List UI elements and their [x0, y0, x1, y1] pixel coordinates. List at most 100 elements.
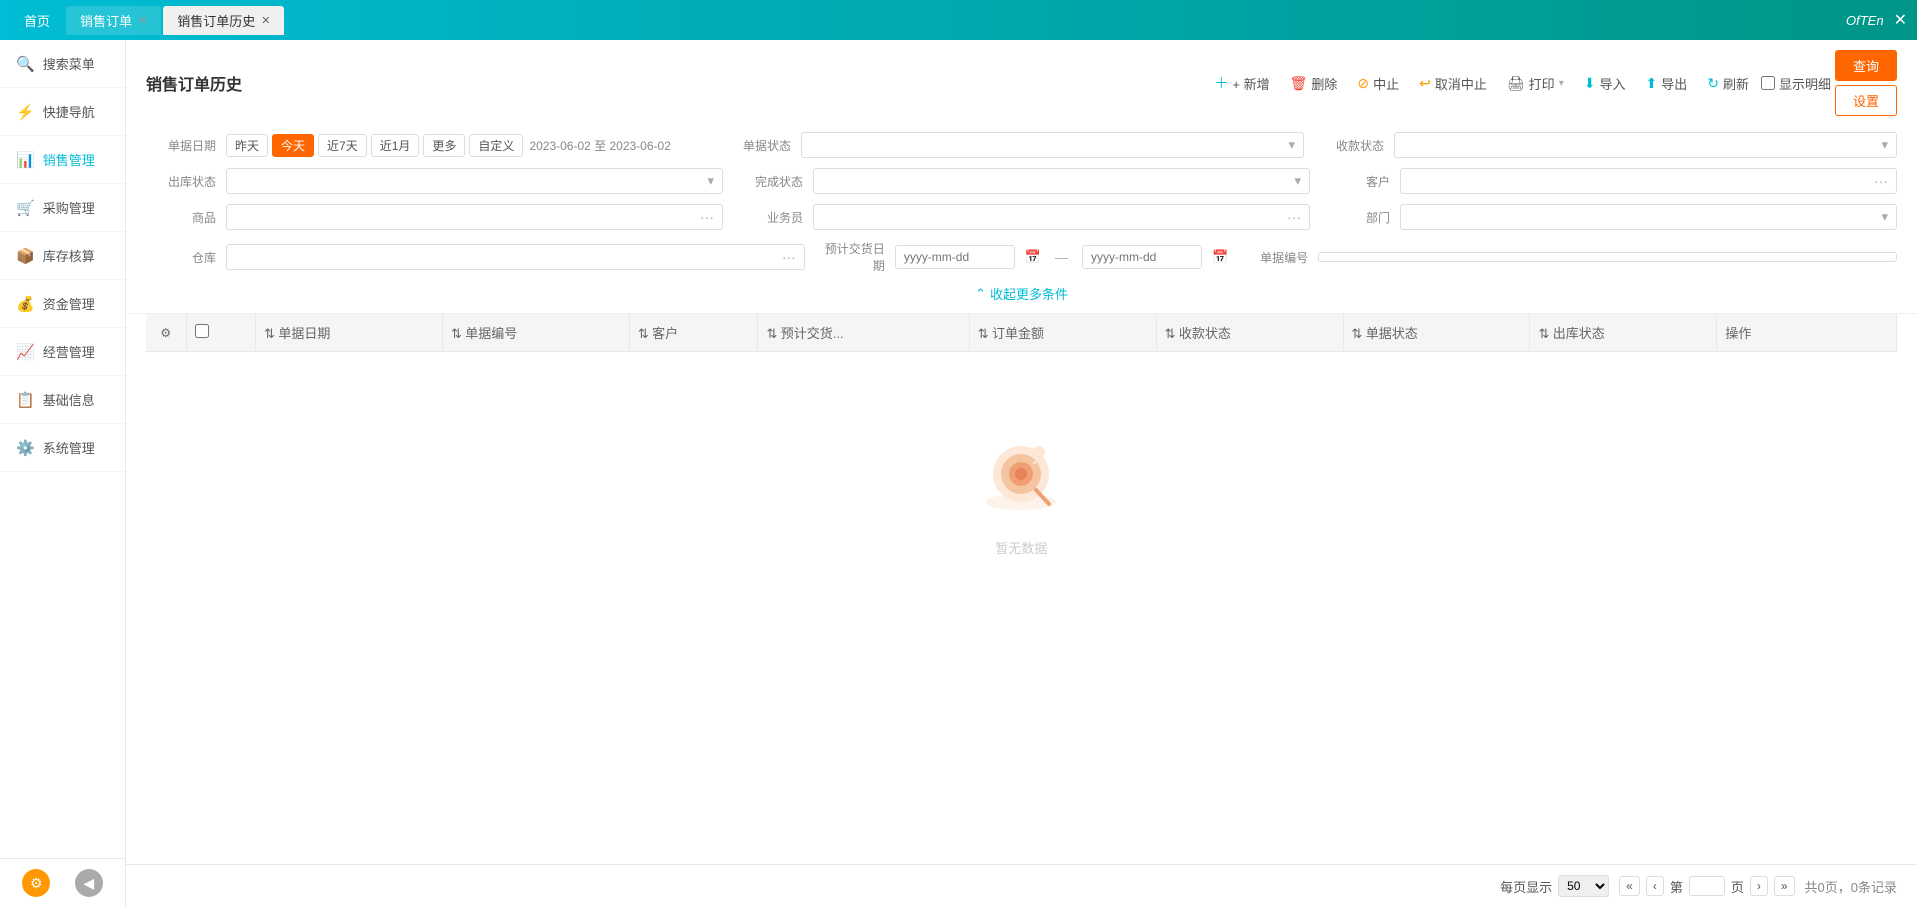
sidebar-item-quicknav[interactable]: ⚡ 快捷导航 — [0, 88, 125, 136]
last-page-button[interactable]: » — [1774, 876, 1795, 896]
import-button[interactable]: ⬇ 导入 — [1576, 70, 1634, 97]
warehouse-dots-icon[interactable]: ··· — [782, 249, 796, 265]
close-tab-sales-order[interactable]: ✕ — [138, 14, 147, 27]
warehouse-filter[interactable]: ··· — [226, 244, 805, 270]
date-quick-buttons: 昨天 今天 近7天 近1月 更多 自定义 — [226, 134, 523, 157]
first-page-button[interactable]: « — [1619, 876, 1640, 896]
often-label: OfTEn — [1846, 13, 1884, 28]
th-bill-status[interactable]: ⇅ 单据状态 — [1343, 314, 1530, 352]
page-label-suffix: 页 — [1731, 877, 1744, 896]
empty-state: 暂无数据 — [146, 352, 1897, 597]
prev-page-button[interactable]: ‹ — [1646, 876, 1664, 896]
date-btn-1month[interactable]: 近1月 — [371, 134, 420, 157]
goods-dots-icon[interactable]: ··· — [700, 209, 714, 225]
customer-dots-icon[interactable]: ··· — [1874, 173, 1888, 189]
stop-button[interactable]: ⊘ 中止 — [1349, 70, 1407, 97]
show-detail-input[interactable] — [1761, 76, 1775, 90]
th-bill-no[interactable]: ⇅ 单据编号 — [443, 314, 630, 352]
th-customer[interactable]: ⇅ 客户 — [629, 314, 758, 352]
th-receipt-status[interactable]: ⇅ 收款状态 — [1156, 314, 1343, 352]
date-range-text: 2023-06-02 至 2023-06-02 — [529, 137, 670, 154]
print-button[interactable]: 🖨 打印 ▾ — [1499, 70, 1572, 97]
main-layout: 🔍 搜索菜单 ⚡ 快捷导航 📊 销售管理 🛒 采购管理 📦 库存核算 💰 资金管… — [0, 40, 1917, 907]
refresh-icon: ↻ — [1707, 75, 1719, 92]
page-input[interactable]: 1 — [1689, 876, 1725, 896]
date-separator: — — [1055, 250, 1068, 265]
window-close-icon[interactable]: ✕ — [1894, 10, 1907, 30]
customer-filter[interactable]: ··· — [1400, 168, 1897, 194]
salesman-dots-icon[interactable]: ··· — [1287, 209, 1301, 225]
table-area: ⚙ ⇅ 单据日期 ⇅ 单据编号 ⇅ 客户 — [126, 314, 1917, 864]
sidebar-collapse-button[interactable]: ◀ — [75, 869, 103, 897]
bill-no-label: 单据编号 — [1238, 249, 1308, 266]
per-page-label: 每页显示 — [1500, 877, 1552, 896]
next-page-button[interactable]: › — [1750, 876, 1768, 896]
sort-icon: ⇅ — [264, 326, 275, 341]
th-out-status[interactable]: ⇅ 出库状态 — [1530, 314, 1717, 352]
th-delivery-date[interactable]: ⇅ 预计交货... — [758, 314, 969, 352]
bill-status-select[interactable]: ▾ — [801, 132, 1304, 158]
tab-home[interactable]: 首页 — [10, 6, 64, 35]
th-checkbox[interactable] — [186, 314, 256, 352]
sidebar-item-system[interactable]: ⚙️ 系统管理 — [0, 424, 125, 472]
sidebar-item-purchase[interactable]: 🛒 采购管理 — [0, 184, 125, 232]
total-text: 共0页，0条记录 — [1805, 877, 1897, 896]
page-title: 销售订单历史 — [146, 71, 242, 95]
delete-button[interactable]: 🗑 删除 — [1282, 70, 1346, 97]
date-btn-today[interactable]: 今天 — [272, 134, 314, 157]
department-select[interactable]: ▾ — [1400, 204, 1897, 230]
basicinfo-icon: 📋 — [16, 391, 35, 409]
empty-state-cell: 暂无数据 — [146, 352, 1897, 598]
th-bill-date[interactable]: ⇅ 单据日期 — [256, 314, 443, 352]
sidebar-item-inventory[interactable]: 📦 库存核算 — [0, 232, 125, 280]
export-button[interactable]: ⬆ 导出 — [1637, 70, 1695, 97]
empty-state-icon — [971, 432, 1071, 522]
tab-sales-order-history[interactable]: 销售订单历史 ✕ — [163, 6, 284, 35]
bill-no-filter[interactable] — [1318, 252, 1897, 262]
data-table: ⚙ ⇅ 单据日期 ⇅ 单据编号 ⇅ 客户 — [146, 314, 1897, 597]
date-btn-custom[interactable]: 自定义 — [469, 134, 523, 157]
complete-status-select[interactable]: ▾ — [813, 168, 1310, 194]
tab-sales-order[interactable]: 销售订单 ✕ — [66, 6, 161, 35]
add-button[interactable]: ＋ + 新增 — [1206, 69, 1277, 97]
print-icon: 🖨 — [1507, 75, 1525, 92]
sort-icon-6: ⇅ — [1165, 326, 1176, 341]
calendar-start-icon[interactable]: 📅 — [1025, 249, 1041, 265]
print-dropdown-icon[interactable]: ▾ — [1559, 78, 1564, 89]
refresh-button[interactable]: ↻ 刷新 — [1699, 70, 1757, 97]
finance-icon: 💰 — [16, 295, 35, 313]
th-gear[interactable]: ⚙ — [146, 314, 186, 352]
query-button[interactable]: 查询 — [1835, 50, 1897, 81]
close-tab-sales-order-history[interactable]: ✕ — [261, 14, 270, 27]
date-filter-value: 昨天 今天 近7天 近1月 更多 自定义 2023-06-02 至 2023-0… — [226, 134, 711, 157]
per-page-select[interactable]: 50 10 20 100 — [1558, 875, 1609, 897]
sidebar-item-basic-info[interactable]: 📋 基础信息 — [0, 376, 125, 424]
date-btn-7days[interactable]: 近7天 — [318, 134, 367, 157]
calendar-end-icon[interactable]: 📅 — [1212, 249, 1228, 265]
show-detail-checkbox[interactable]: 显示明细 — [1761, 74, 1831, 93]
date-btn-more[interactable]: 更多 — [423, 134, 465, 157]
setting-button[interactable]: 设置 — [1835, 85, 1897, 116]
page-label-prefix: 第 — [1670, 877, 1683, 896]
date-btn-yesterday[interactable]: 昨天 — [226, 134, 268, 157]
sidebar-item-search[interactable]: 🔍 搜索菜单 — [0, 40, 125, 88]
page-header: 销售订单历史 ＋ + 新增 🗑 删除 ⊘ 中止 ↩ 取消中止 — [126, 40, 1917, 122]
select-all-checkbox[interactable] — [195, 324, 209, 338]
cancel-stop-button[interactable]: ↩ 取消中止 — [1411, 70, 1495, 97]
sidebar-item-finance[interactable]: 💰 资金管理 — [0, 280, 125, 328]
receipt-status-chevron-icon: ▾ — [1881, 137, 1888, 153]
warehouse-label: 仓库 — [146, 249, 216, 266]
th-order-amount[interactable]: ⇅ 订单金额 — [969, 314, 1156, 352]
sidebar-item-operations[interactable]: 📈 经营管理 — [0, 328, 125, 376]
delivery-date-end-input[interactable] — [1082, 245, 1202, 269]
delivery-date-start-input[interactable] — [895, 245, 1015, 269]
collapse-button[interactable]: ⌃ 收起更多条件 — [975, 284, 1068, 303]
goods-filter[interactable]: ··· — [226, 204, 723, 230]
sidebar-settings-button[interactable]: ⚙ — [22, 869, 50, 897]
sidebar-bottom: ⚙ ◀ — [0, 858, 125, 907]
top-bar-right: OfTEn ✕ — [1846, 10, 1907, 30]
salesman-filter[interactable]: ··· — [813, 204, 1310, 230]
receipt-status-select[interactable]: ▾ — [1394, 132, 1897, 158]
out-status-select[interactable]: ▾ — [226, 168, 723, 194]
sidebar-item-sales[interactable]: 📊 销售管理 — [0, 136, 125, 184]
